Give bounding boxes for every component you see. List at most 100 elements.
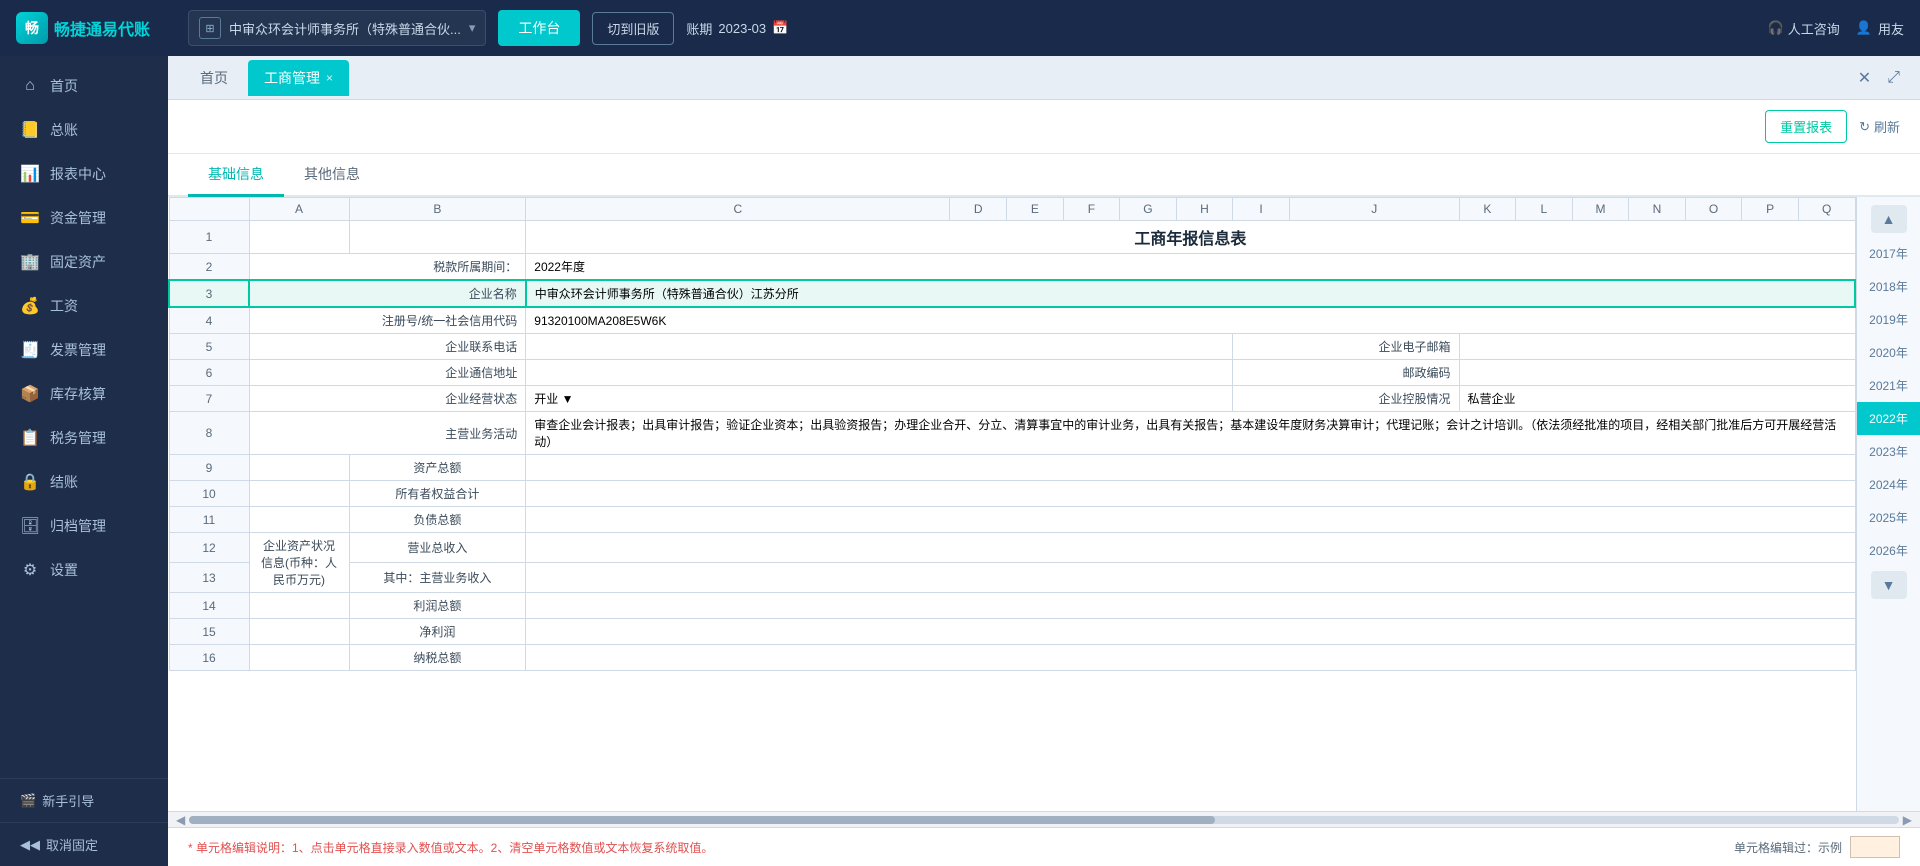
window-expand-button[interactable]: ⤢: [1883, 64, 1904, 92]
support-button[interactable]: 🎧 人工咨询: [1768, 19, 1840, 38]
home-tab-label: 首页: [200, 68, 228, 88]
cell-7C[interactable]: 开业 ▼: [526, 386, 1233, 412]
year-item-2025[interactable]: 2025年: [1857, 501, 1920, 534]
sidebar-item-assets[interactable]: 🏢 固定资产: [0, 240, 168, 284]
cell-10A[interactable]: [249, 481, 349, 507]
cell-1B[interactable]: [349, 221, 526, 254]
scroll-track[interactable]: [189, 816, 1899, 824]
cell-15A[interactable]: [249, 619, 349, 645]
sidebar-item-label: 库存核算: [50, 384, 106, 404]
scroll-right-arrow[interactable]: ▶: [1899, 813, 1916, 827]
cell-3A[interactable]: 企业名称: [249, 280, 526, 307]
sidebar-unpin[interactable]: ◀◀ 取消固定: [0, 822, 168, 866]
cell-5A[interactable]: 企业联系电话: [249, 334, 526, 360]
cell-2C[interactable]: 2022年度: [526, 254, 1855, 281]
cell-16A[interactable]: [249, 645, 349, 671]
year-item-2024[interactable]: 2024年: [1857, 468, 1920, 501]
cell-16B[interactable]: 纳税总额: [349, 645, 526, 671]
sheet-wrapper[interactable]: A B C D E F G H I J: [168, 197, 1856, 811]
year-down-button[interactable]: ▼: [1871, 571, 1907, 599]
sidebar-item-label: 资金管理: [50, 208, 106, 228]
sidebar-new-guide[interactable]: 🎬 新手引导: [0, 778, 168, 822]
cell-13C[interactable]: [526, 563, 1855, 593]
sub-tab-basic[interactable]: 基础信息: [188, 154, 284, 197]
tab-active[interactable]: 工商管理 ×: [248, 60, 349, 96]
year-item-2019[interactable]: 2019年: [1857, 303, 1920, 336]
cell-5J[interactable]: 企业电子邮箱: [1233, 334, 1459, 360]
window-close-button[interactable]: ✕: [1854, 64, 1875, 92]
calendar-icon[interactable]: 📅: [772, 20, 788, 36]
scroll-left-arrow[interactable]: ◀: [172, 813, 189, 827]
tab-home[interactable]: 首页: [184, 60, 244, 96]
sidebar-item-home[interactable]: ⌂ 首页: [0, 64, 168, 108]
horizontal-scrollbar[interactable]: ◀ ▶: [168, 811, 1920, 827]
year-item-2022[interactable]: 2022年: [1857, 402, 1920, 435]
cell-3C[interactable]: 中审众环会计师事务所（特殊普通合伙）江苏分所: [526, 280, 1855, 307]
sidebar-item-close[interactable]: 🔒 结账: [0, 460, 168, 504]
cell-6A[interactable]: 企业通信地址: [249, 360, 526, 386]
cell-1C-title[interactable]: 工商年报信息表: [526, 221, 1855, 254]
cell-10C[interactable]: [526, 481, 1855, 507]
workbench-button[interactable]: 工作台: [498, 10, 580, 46]
company-selector[interactable]: ⊞ 中审众环会计师事务所（特殊普通合伙... ▾: [188, 10, 486, 46]
year-item-2018[interactable]: 2018年: [1857, 270, 1920, 303]
sidebar-item-finance[interactable]: 💳 资金管理: [0, 196, 168, 240]
year-item-2023[interactable]: 2023年: [1857, 435, 1920, 468]
spreadsheet: A B C D E F G H I J: [168, 197, 1856, 671]
cell-12C[interactable]: [526, 533, 1855, 563]
year-item-2020[interactable]: 2020年: [1857, 336, 1920, 369]
cell-12B[interactable]: 营业总收入: [349, 533, 526, 563]
cell-9C[interactable]: [526, 455, 1855, 481]
cell-11B[interactable]: 负债总额: [349, 507, 526, 533]
cell-9A[interactable]: [249, 455, 349, 481]
cell-14B[interactable]: 利润总额: [349, 593, 526, 619]
year-item-2026[interactable]: 2026年: [1857, 534, 1920, 567]
cell-8C[interactable]: 审查企业会计报表；出具审计报告；验证企业资本；出具验资报告；办理企业合开、分立、…: [526, 412, 1855, 455]
cell-11A[interactable]: [249, 507, 349, 533]
cell-9B[interactable]: 资产总额: [349, 455, 526, 481]
table-row: 16 纳税总额: [169, 645, 1855, 671]
sidebar-item-tax[interactable]: 📋 税务管理: [0, 416, 168, 460]
cell-2A[interactable]: 税款所属期间：: [249, 254, 526, 281]
cell-7J[interactable]: 企业控股情况: [1233, 386, 1459, 412]
cell-15B[interactable]: 净利润: [349, 619, 526, 645]
year-item-2017[interactable]: 2017年: [1857, 237, 1920, 270]
sidebar-item-archive[interactable]: 🗄 归档管理: [0, 504, 168, 548]
cell-6J[interactable]: 邮政编码: [1233, 360, 1459, 386]
cell-16C[interactable]: [526, 645, 1855, 671]
cell-6C[interactable]: [526, 360, 1233, 386]
refresh-button[interactable]: ↻ 刷新: [1859, 117, 1900, 136]
cell-8A[interactable]: 主营业务活动: [249, 412, 526, 455]
cell-6L[interactable]: [1459, 360, 1855, 386]
sidebar-item-ledger[interactable]: 📒 总账: [0, 108, 168, 152]
year-item-2021[interactable]: 2021年: [1857, 369, 1920, 402]
old-version-button[interactable]: 切到旧版: [592, 12, 674, 45]
tab-close-button[interactable]: ×: [326, 71, 333, 85]
cell-5L[interactable]: [1459, 334, 1855, 360]
sub-tab-other[interactable]: 其他信息: [284, 154, 380, 197]
sidebar-item-inventory[interactable]: 📦 库存核算: [0, 372, 168, 416]
sidebar-item-reports[interactable]: 📊 报表中心: [0, 152, 168, 196]
reset-report-button[interactable]: 重置报表: [1765, 110, 1847, 143]
invoices-icon: 🧾: [20, 340, 40, 360]
cell-15C[interactable]: [526, 619, 1855, 645]
cell-11C[interactable]: [526, 507, 1855, 533]
cell-13B[interactable]: 其中：主营业务收入: [349, 563, 526, 593]
user-area[interactable]: 👤 用友: [1856, 19, 1904, 38]
sidebar: ⌂ 首页 📒 总账 📊 报表中心 💳 资金管理 🏢 固定资产 💰 工资: [0, 56, 168, 866]
cell-14A[interactable]: [249, 593, 349, 619]
cell-5C[interactable]: [526, 334, 1233, 360]
cell-4A[interactable]: 注册号/统一社会信用代码: [249, 307, 526, 334]
year-up-button[interactable]: ▲: [1871, 205, 1907, 233]
cell-14C[interactable]: [526, 593, 1855, 619]
cell-4C[interactable]: 91320100MA208E5W6K: [526, 307, 1855, 334]
sidebar-item-wages[interactable]: 💰 工资: [0, 284, 168, 328]
cell-7A[interactable]: 企业经营状态: [249, 386, 526, 412]
sidebar-item-settings[interactable]: ⚙ 设置: [0, 548, 168, 592]
cell-12A[interactable]: 企业资产状况信息(币种：人民币万元): [249, 533, 349, 593]
cell-1A[interactable]: [249, 221, 349, 254]
scroll-thumb[interactable]: [189, 816, 1215, 824]
sidebar-item-invoices[interactable]: 🧾 发票管理: [0, 328, 168, 372]
cell-10B[interactable]: 所有者权益合计: [349, 481, 526, 507]
cell-7L[interactable]: 私营企业: [1459, 386, 1855, 412]
